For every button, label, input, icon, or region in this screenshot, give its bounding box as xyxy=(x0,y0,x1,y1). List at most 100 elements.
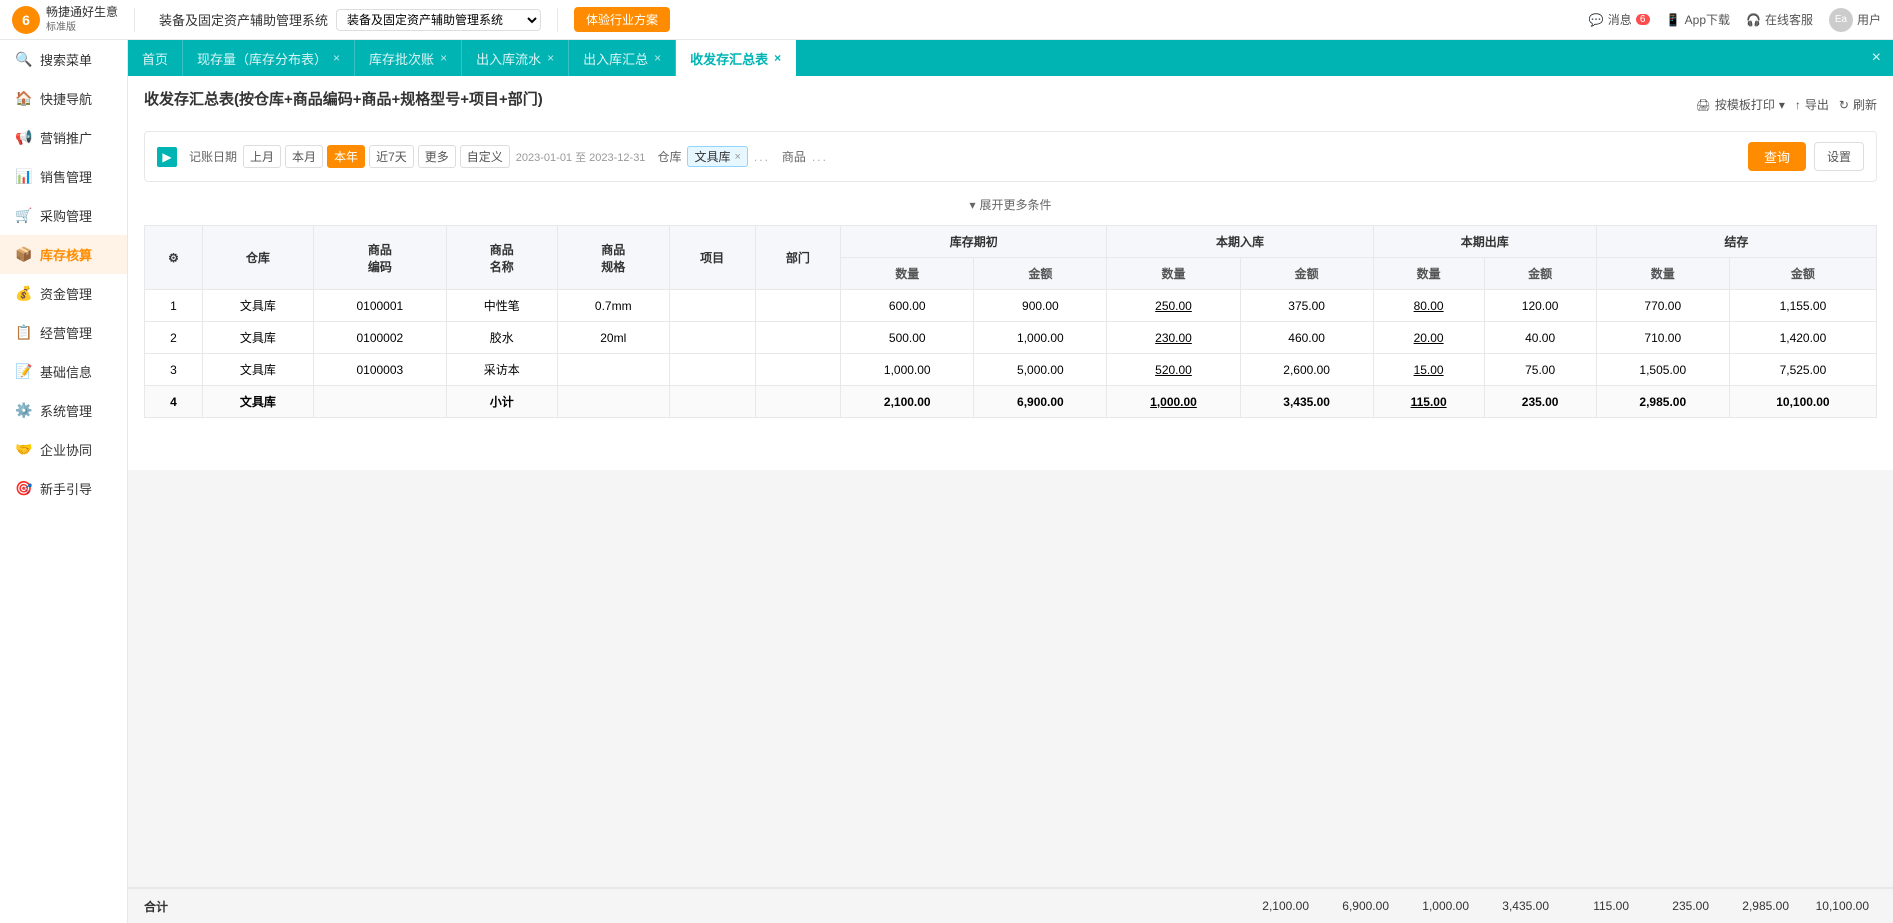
row-out-qty[interactable]: 80.00 xyxy=(1373,290,1484,322)
row-out-qty[interactable]: 20.00 xyxy=(1373,322,1484,354)
app-download-action[interactable]: 📱 App下载 xyxy=(1666,11,1730,28)
tab-close-receive-send[interactable]: × xyxy=(774,51,781,65)
tab-close-batch[interactable]: × xyxy=(440,51,447,65)
warehouse-filter-label: 仓库 xyxy=(657,148,681,165)
warehouse-more-dots[interactable]: ... xyxy=(754,150,770,164)
footer-opening-qty: 2,100.00 xyxy=(1237,899,1317,913)
filter-expand-btn[interactable]: ▶ xyxy=(157,147,177,167)
clipboard-icon: 📋 xyxy=(16,325,32,341)
expand-more-button[interactable]: ▾ 展开更多条件 xyxy=(969,190,1051,215)
sidebar-item-operation[interactable]: 📋 经营管理 xyxy=(0,313,127,352)
col-out-amt-header: 金额 xyxy=(1484,258,1596,290)
row-goods-code: 0100003 xyxy=(313,354,446,386)
goods-more-dots[interactable]: ... xyxy=(812,150,828,164)
message-action[interactable]: 💬 消息 6 xyxy=(1589,11,1650,28)
sidebar-item-sales[interactable]: 📊 销售管理 xyxy=(0,157,127,196)
goods-filter-group: 商品 ... xyxy=(782,148,828,165)
col-warehouse-header: 仓库 xyxy=(203,226,314,290)
sidebar-item-search[interactable]: 🔍 搜索菜单 xyxy=(0,40,127,79)
col-goods-spec-header: 商品规格 xyxy=(557,226,669,290)
export-action[interactable]: ↑ 导出 xyxy=(1795,96,1829,113)
tab-stock-dist[interactable]: 现存量（库存分布表） × xyxy=(183,40,355,76)
tab-in-out-flow[interactable]: 出入库流水 × xyxy=(462,40,569,76)
logo-text: 畅捷通好生意 标准版 xyxy=(46,5,118,34)
row-out-amt: 40.00 xyxy=(1484,322,1596,354)
online-service-action[interactable]: 🎧 在线客服 xyxy=(1746,11,1813,28)
row-in-qty[interactable]: 520.00 xyxy=(1107,354,1240,386)
tab-home[interactable]: 首页 xyxy=(128,40,183,76)
date-btn-7days[interactable]: 近7天 xyxy=(369,145,414,168)
megaphone-icon: 📢 xyxy=(16,130,32,146)
experience-button[interactable]: 体验行业方案 xyxy=(574,7,670,32)
row-opening-qty: 2,100.00 xyxy=(841,386,974,418)
tab-in-out-summary[interactable]: 出入库汇总 × xyxy=(569,40,676,76)
row-opening-qty: 500.00 xyxy=(841,322,974,354)
sidebar-item-purchase[interactable]: 🛒 采购管理 xyxy=(0,196,127,235)
tab-bar-close[interactable]: × xyxy=(1860,49,1893,67)
sidebar-item-quick-nav[interactable]: 🏠 快捷导航 xyxy=(0,79,127,118)
handshake-icon: 🤝 xyxy=(16,442,32,458)
row-in-qty[interactable]: 230.00 xyxy=(1107,322,1240,354)
date-filter-label: 记账日期 xyxy=(189,148,237,165)
table-body: 1文具库0100001中性笔0.7mm600.00900.00250.00375… xyxy=(145,290,1877,418)
sidebar-item-system[interactable]: ⚙️ 系统管理 xyxy=(0,391,127,430)
target-icon: 🎯 xyxy=(16,481,32,497)
sidebar-item-inventory[interactable]: 📦 库存核算 xyxy=(0,235,127,274)
goods-filter-label: 商品 xyxy=(782,148,806,165)
footer-label: 合计 xyxy=(144,898,344,915)
row-out-amt: 75.00 xyxy=(1484,354,1596,386)
sidebar: 🔍 搜索菜单 🏠 快捷导航 📢 营销推广 📊 销售管理 🛒 采购管理 📦 库存核… xyxy=(0,40,128,923)
home-icon: 🏠 xyxy=(16,91,32,107)
settings-button[interactable]: 设置 xyxy=(1814,142,1864,171)
row-in-qty[interactable]: 1,000.00 xyxy=(1107,386,1240,418)
tab-close-summary[interactable]: × xyxy=(654,51,661,65)
system-select[interactable]: 装备及固定资产辅助管理系统 xyxy=(336,9,541,31)
query-button[interactable]: 查询 xyxy=(1748,142,1806,171)
col-out-header: 本期出库 xyxy=(1373,226,1596,258)
print-action[interactable]: 🖨 按模板打印 ▾ xyxy=(1696,96,1785,113)
user-action[interactable]: Ea 用户 xyxy=(1829,8,1881,32)
refresh-action[interactable]: ↻ 刷新 xyxy=(1839,96,1877,113)
sidebar-item-basic[interactable]: 📝 基础信息 xyxy=(0,352,127,391)
warehouse-tag-close[interactable]: × xyxy=(734,151,740,163)
sidebar-item-finance[interactable]: 💰 资金管理 xyxy=(0,274,127,313)
table-row: 3文具库0100003采访本1,000.005,000.00520.002,60… xyxy=(145,354,1877,386)
headset-icon: 🎧 xyxy=(1746,13,1761,27)
row-project xyxy=(669,386,755,418)
footer-opening-amt: 6,900.00 xyxy=(1317,899,1397,913)
row-warehouse: 文具库 xyxy=(203,386,314,418)
date-btn-this-year[interactable]: 本年 xyxy=(327,145,365,168)
date-btn-custom[interactable]: 自定义 xyxy=(460,145,510,168)
main-layout: 🔍 搜索菜单 🏠 快捷导航 📢 营销推广 📊 销售管理 🛒 采购管理 📦 库存核… xyxy=(0,40,1893,923)
tab-batch-account[interactable]: 库存批次账 × xyxy=(355,40,462,76)
row-goods-name: 采访本 xyxy=(446,354,557,386)
row-no: 3 xyxy=(145,354,203,386)
table-row: 2文具库0100002胶水20ml500.001,000.00230.00460… xyxy=(145,322,1877,354)
footer-closing-amt: 10,100.00 xyxy=(1797,899,1877,913)
sidebar-item-marketing[interactable]: 📢 营销推广 xyxy=(0,118,127,157)
row-in-qty[interactable]: 250.00 xyxy=(1107,290,1240,322)
sidebar-item-guide[interactable]: 🎯 新手引导 xyxy=(0,469,127,508)
date-btn-this-month[interactable]: 本月 xyxy=(285,145,323,168)
tab-close-stock-dist[interactable]: × xyxy=(333,51,340,65)
row-closing-amt: 7,525.00 xyxy=(1729,354,1876,386)
tab-receive-send[interactable]: 收发存汇总表 × xyxy=(676,40,796,76)
row-project xyxy=(669,354,755,386)
divider2 xyxy=(557,8,558,32)
tab-close-flow[interactable]: × xyxy=(547,51,554,65)
date-btn-last-month[interactable]: 上月 xyxy=(243,145,281,168)
date-btn-more[interactable]: 更多 xyxy=(418,145,456,168)
row-closing-qty: 1,505.00 xyxy=(1596,354,1729,386)
row-goods-code xyxy=(313,386,446,418)
footer-in-amt: 3,435.00 xyxy=(1477,899,1557,913)
page-content: 收发存汇总表(按仓库+商品编码+商品+规格型号+项目+部门) 🖨 按模板打印 ▾… xyxy=(128,76,1893,923)
sidebar-item-enterprise[interactable]: 🤝 企业协同 xyxy=(0,430,127,469)
date-range-text: 2023-01-01 至 2023-12-31 xyxy=(516,149,646,165)
col-in-amt-header: 金额 xyxy=(1240,258,1373,290)
row-out-qty[interactable]: 115.00 xyxy=(1373,386,1484,418)
row-in-amt: 460.00 xyxy=(1240,322,1373,354)
col-settings-header[interactable]: ⚙ xyxy=(145,226,203,290)
row-out-amt: 235.00 xyxy=(1484,386,1596,418)
row-out-qty[interactable]: 15.00 xyxy=(1373,354,1484,386)
row-opening-amt: 6,900.00 xyxy=(974,386,1107,418)
